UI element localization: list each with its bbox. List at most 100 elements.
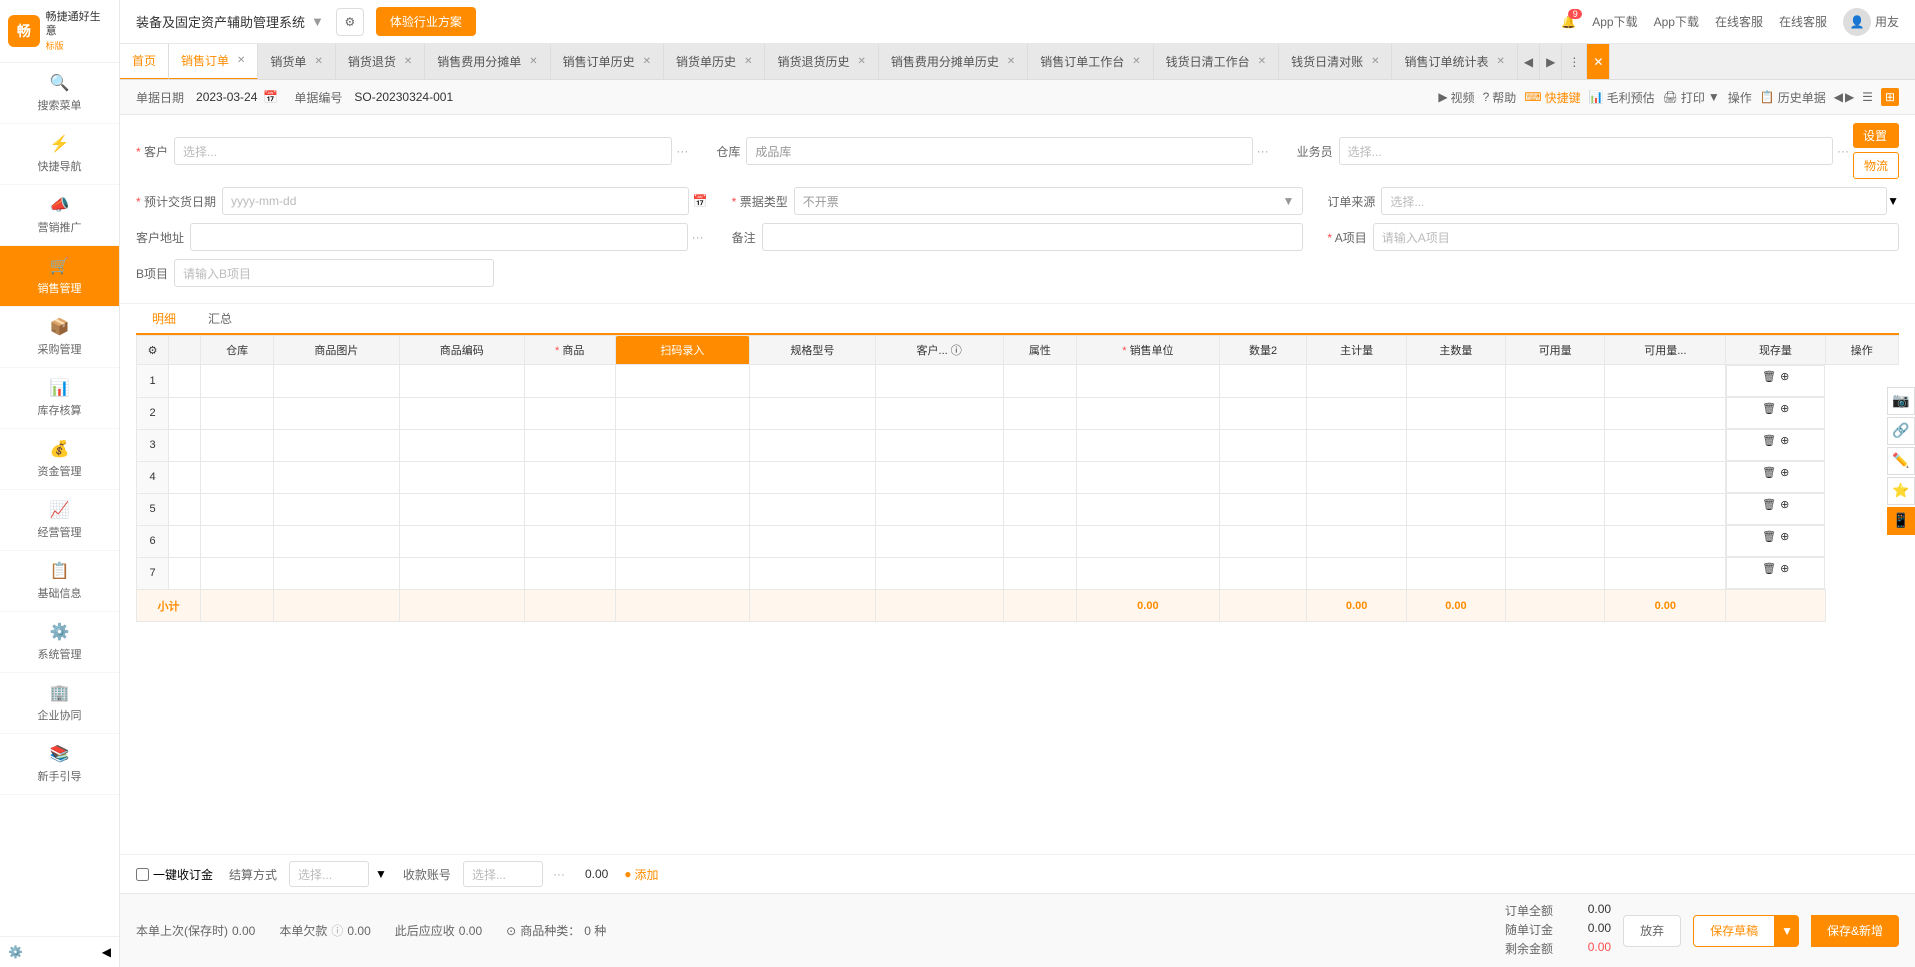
tab-close-all-btn[interactable]: ✕: [1587, 44, 1610, 80]
tab-close-icon[interactable]: ✕: [857, 56, 865, 67]
prev-record-btn[interactable]: ◀: [1834, 90, 1843, 104]
delivery-calendar-icon[interactable]: 📅: [693, 194, 708, 208]
tab-close-icon[interactable]: ✕: [1371, 56, 1379, 67]
account-input[interactable]: 选择...: [463, 861, 543, 887]
tab-close-icon[interactable]: ✕: [643, 56, 651, 67]
tab-sales-order[interactable]: 销售订单 ✕: [169, 44, 258, 80]
th-spec[interactable]: 规格型号: [750, 336, 875, 365]
date-value[interactable]: 2023-03-24: [196, 90, 257, 104]
copy-icon[interactable]: ⊕: [1780, 530, 1789, 552]
th-settings[interactable]: ⚙: [137, 336, 169, 365]
tab-sales-stats[interactable]: 销售订单统计表✕: [1392, 44, 1517, 80]
th-attributes[interactable]: 属性: [1003, 336, 1076, 365]
row-available-more[interactable]: [1506, 365, 1605, 398]
delete-icon[interactable]: 🗑: [1762, 530, 1776, 552]
float-btn-link[interactable]: 🔗: [1887, 417, 1915, 445]
row-scan[interactable]: [524, 365, 615, 398]
row-available-qty[interactable]: [1406, 365, 1505, 398]
copy-icon[interactable]: ⊕: [1780, 562, 1789, 584]
operation-btn[interactable]: 操作: [1728, 89, 1752, 106]
tab-close-icon[interactable]: ✕: [1258, 56, 1266, 67]
delivery-input[interactable]: yyyy-mm-dd: [222, 187, 689, 215]
th-product[interactable]: 商品: [524, 336, 615, 365]
discard-button[interactable]: 放弃: [1623, 915, 1681, 947]
row-action-btns[interactable]: 🗑⊕: [1726, 429, 1825, 461]
notification-area[interactable]: 🔔 9: [1561, 15, 1576, 29]
tab-close-icon[interactable]: ✕: [237, 55, 245, 66]
app-download-link[interactable]: App下载: [1592, 13, 1637, 30]
delete-icon[interactable]: 🗑: [1762, 434, 1776, 456]
th-available-more[interactable]: 可用量...: [1605, 336, 1726, 365]
order-source-dropdown-icon[interactable]: ▼: [1887, 194, 1899, 208]
warehouse-more-btn[interactable]: ···: [1253, 144, 1273, 158]
help-btn[interactable]: ?帮助: [1483, 89, 1517, 106]
calendar-icon[interactable]: 📅: [263, 90, 278, 104]
order-source-input[interactable]: 选择...: [1381, 187, 1887, 215]
copy-icon[interactable]: ⊕: [1780, 434, 1789, 456]
th-qty2[interactable]: 数量2: [1219, 336, 1307, 365]
tab-sales-return[interactable]: 销货退货✕: [336, 44, 425, 80]
row-action-btns[interactable]: 🗑⊕: [1726, 525, 1825, 557]
float-btn-camera[interactable]: 📷: [1887, 387, 1915, 415]
app-download-label[interactable]: App下载: [1654, 13, 1699, 30]
sidebar-item-search[interactable]: 🔍 搜索菜单: [0, 63, 119, 124]
tab-close-icon[interactable]: ✕: [1007, 56, 1015, 67]
tab-close-icon[interactable]: ✕: [1497, 56, 1505, 67]
sidebar-item-basic-info[interactable]: 📋 基础信息: [0, 551, 119, 612]
th-main-qty[interactable]: 主数量: [1406, 336, 1505, 365]
row-main-unit[interactable]: [1219, 365, 1307, 398]
sidebar-item-inventory[interactable]: 📊 库存核算: [0, 368, 119, 429]
tab-sales-fee[interactable]: 销售费用分摊单✕: [425, 44, 550, 80]
sidebar-item-marketing[interactable]: 📣 营销推广: [0, 185, 119, 246]
delete-icon[interactable]: 🗑: [1762, 370, 1776, 392]
delete-icon[interactable]: 🗑: [1762, 466, 1776, 488]
settings-panel-btn[interactable]: 设置: [1853, 123, 1899, 148]
add-btn[interactable]: ● 添加: [624, 866, 658, 883]
customer-more-btn[interactable]: ···: [672, 144, 692, 158]
table-scroll[interactable]: ⚙ 仓库 商品图片 商品编码 商品 扫码录入 规格型号 客户... ⓘ 属性 销…: [136, 335, 1899, 854]
tab-sales-return-history[interactable]: 销货退货历史✕: [765, 44, 878, 80]
row-product-code[interactable]: [274, 365, 399, 398]
collapse-icon[interactable]: ◀: [102, 945, 111, 959]
salesperson-more-btn[interactable]: ···: [1833, 144, 1853, 158]
sidebar-item-enterprise[interactable]: 🏢 企业协同: [0, 673, 119, 734]
tab-home[interactable]: 首页: [120, 44, 169, 80]
row-sales-unit[interactable]: [1003, 365, 1076, 398]
delete-icon[interactable]: 🗑: [1762, 498, 1776, 520]
online-service-label[interactable]: 在线客服: [1779, 13, 1827, 30]
address-more-btn[interactable]: ···: [688, 230, 708, 244]
salesperson-input[interactable]: 选择...: [1339, 137, 1833, 165]
float-btn-star[interactable]: ⭐: [1887, 477, 1915, 505]
th-available-qty[interactable]: 可用量: [1506, 336, 1605, 365]
tab-sales-fee-history[interactable]: 销售费用分摊单历史✕: [879, 44, 1028, 80]
copy-icon[interactable]: ⊕: [1780, 466, 1789, 488]
tab-close-icon[interactable]: ✕: [404, 56, 412, 67]
tab-sales-workbench[interactable]: 销售订单工作台✕: [1028, 44, 1153, 80]
save-draft-button[interactable]: 保存草稿: [1693, 915, 1775, 947]
payment-method-input[interactable]: 选择...: [289, 861, 369, 887]
delete-icon[interactable]: 🗑: [1762, 402, 1776, 424]
row-action-btns[interactable]: 🗑⊕: [1726, 493, 1825, 525]
row-main-qty[interactable]: [1307, 365, 1406, 398]
sidebar-item-operation[interactable]: 📈 经营管理: [0, 490, 119, 551]
warehouse-input[interactable]: 成品库: [746, 137, 1252, 165]
copy-icon[interactable]: ⊕: [1780, 402, 1789, 424]
row-action-btns[interactable]: 🗑⊕: [1726, 461, 1825, 493]
row-customer-code[interactable]: [750, 365, 875, 398]
float-btn-edit[interactable]: ✏️: [1887, 447, 1915, 475]
th-product-code[interactable]: 商品编码: [399, 336, 524, 365]
info-icon[interactable]: ⓘ: [331, 922, 343, 939]
tab-close-icon[interactable]: ✕: [744, 56, 752, 67]
tab-next-btn[interactable]: ▶: [1540, 44, 1562, 80]
user-area[interactable]: 👤 用友: [1843, 8, 1899, 36]
sidebar-item-purchase[interactable]: 📦 采购管理: [0, 307, 119, 368]
row-product-img[interactable]: [201, 365, 274, 398]
list-view-btn[interactable]: ☰: [1862, 90, 1873, 104]
logistics-btn[interactable]: 物流: [1853, 152, 1899, 179]
row-spec[interactable]: [615, 365, 750, 398]
b-project-input[interactable]: 请输入B项目: [174, 259, 494, 287]
tab-detail[interactable]: 明细: [136, 304, 192, 335]
quick-payment-check[interactable]: 一键收订金: [136, 866, 213, 883]
row-action-btns[interactable]: 🗑⊕: [1726, 397, 1825, 429]
tab-close-icon[interactable]: ✕: [1132, 56, 1140, 67]
